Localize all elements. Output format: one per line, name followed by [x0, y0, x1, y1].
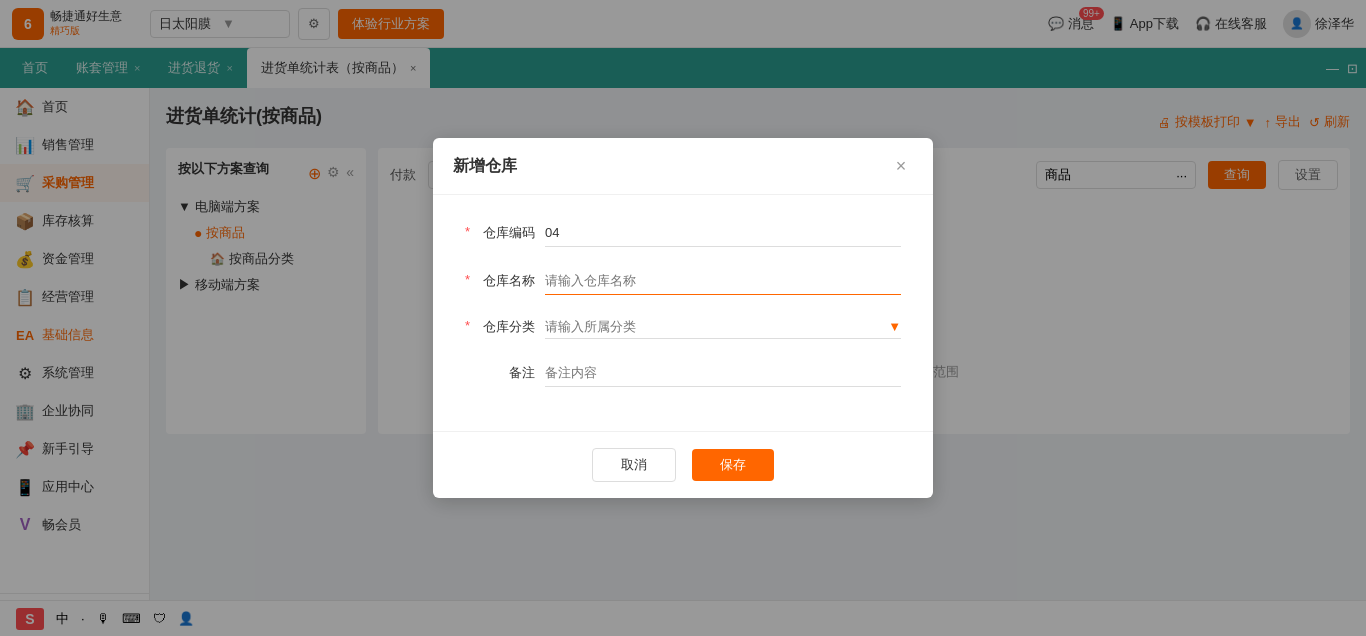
- form-row-category: 仓库分类 ▼: [465, 315, 901, 339]
- dialog-footer: 取消 保存: [433, 431, 933, 498]
- remark-label: 备注: [465, 364, 545, 382]
- cancel-button[interactable]: 取消: [592, 448, 676, 482]
- code-label: 仓库编码: [465, 224, 545, 242]
- dialog-header: 新增仓库 ×: [433, 138, 933, 195]
- dialog-body: 仓库编码 仓库名称 仓库分类 ▼ 备注: [433, 195, 933, 431]
- remark-input[interactable]: [545, 359, 901, 387]
- dialog-title: 新增仓库: [453, 156, 517, 177]
- dialog-close-button[interactable]: ×: [889, 154, 913, 178]
- add-warehouse-dialog: 新增仓库 × 仓库编码 仓库名称 仓库分类 ▼: [433, 138, 933, 498]
- name-input[interactable]: [545, 267, 901, 295]
- category-select-wrapper[interactable]: ▼: [545, 315, 901, 339]
- category-input[interactable]: [545, 319, 888, 334]
- form-row-code: 仓库编码: [465, 219, 901, 247]
- form-row-name: 仓库名称: [465, 267, 901, 295]
- modal-overlay[interactable]: 新增仓库 × 仓库编码 仓库名称 仓库分类 ▼: [0, 0, 1366, 636]
- category-label: 仓库分类: [465, 318, 545, 336]
- name-label: 仓库名称: [465, 272, 545, 290]
- save-button[interactable]: 保存: [692, 449, 774, 481]
- form-row-remark: 备注: [465, 359, 901, 387]
- category-dropdown-arrow: ▼: [888, 319, 901, 334]
- code-input[interactable]: [545, 219, 901, 247]
